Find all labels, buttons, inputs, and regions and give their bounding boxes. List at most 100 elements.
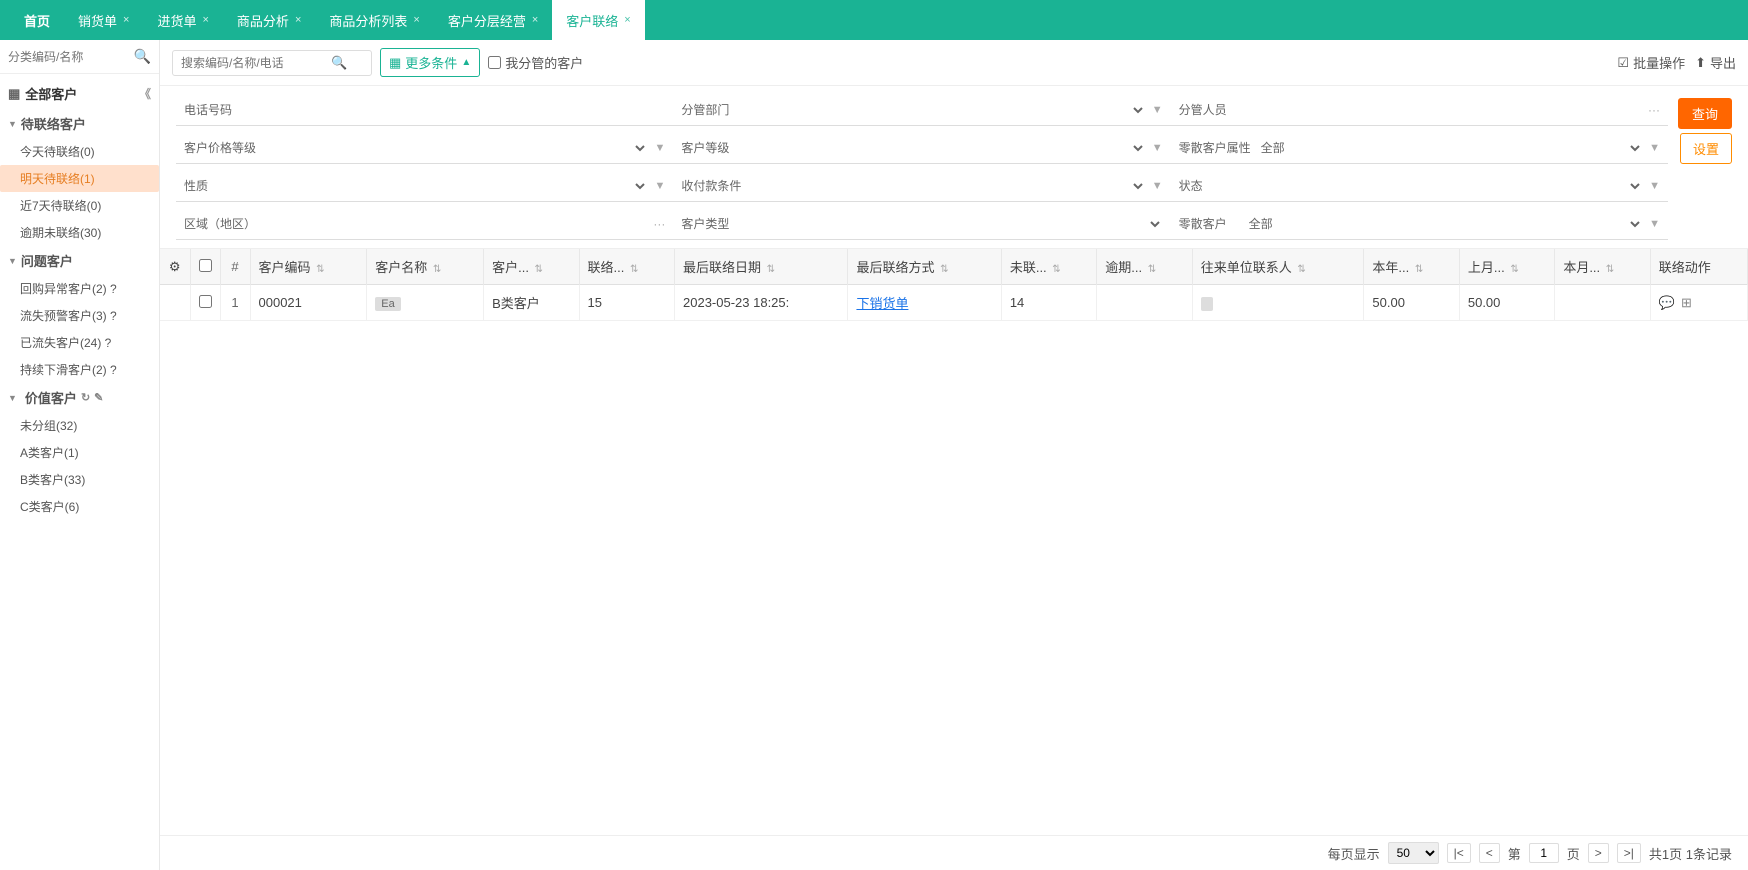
export-button[interactable]: ⬆ 导出 [1695,53,1736,72]
edit-icon[interactable]: ✎ [94,391,103,404]
sidebar-section-waiting[interactable]: 待联络客户 [0,109,159,138]
td-code: 000021 [250,285,367,321]
sidebar-all-customers[interactable]: ▦ 全部客户 《 [0,78,159,109]
page-size-select[interactable]: 50 100 200 [1388,842,1439,864]
sidebar-item-overdue[interactable]: 逾期未联络(30) [0,219,159,246]
sidebar-item-declining[interactable]: 持续下滑客户(2) ? [0,356,159,383]
search-icon[interactable]: 🔍 [331,55,347,71]
nav-tab-2[interactable]: 商品分析 × [223,0,315,40]
close-icon-3[interactable]: × [413,14,419,26]
row-checkbox[interactable] [199,295,212,308]
more-filter-button[interactable]: ▦ 更多条件 ▲ [380,48,480,77]
filter-region-input[interactable] [262,217,647,231]
close-icon-5[interactable]: × [624,14,630,26]
th-type[interactable]: 客户... ⇅ [484,249,579,285]
sidebar-section-problem[interactable]: 问题客户 [0,246,159,275]
page-num-input[interactable] [1529,843,1559,863]
th-name[interactable]: 客户名称 ⇅ [367,249,484,285]
nav-tab-5[interactable]: 客户联络 × [552,0,644,40]
collapse-icon[interactable]: 《 [139,85,151,102]
comment-action-icon[interactable]: 💬 [1659,295,1675,311]
filter-cust-type-select[interactable] [747,216,1162,232]
filter-payment-select[interactable] [747,178,1145,194]
sort-icon-contacts: ⇅ [630,264,638,275]
sidebar-search-input[interactable] [8,50,130,64]
filter-dept-label: 分管部门 [681,101,741,118]
th-this-year[interactable]: 本年... ⇅ [1364,249,1459,285]
th-code[interactable]: 客户编码 ⇅ [250,249,367,285]
select-all-checkbox[interactable] [199,259,212,272]
filter-region: 区域（地区） ··· [176,208,673,240]
td-overdue [1097,285,1192,321]
filter-cust-level: 客户等级 ▼ [673,132,1170,164]
filter-price-level-select[interactable] [262,140,648,156]
filter-nature-select[interactable] [250,178,648,194]
filter-manager-label: 分管人员 [1179,101,1239,118]
dots-icon[interactable]: ··· [1648,103,1660,117]
td-last-month: 50.00 [1459,285,1554,321]
filter-retail-cust-select[interactable]: 全部 [1245,216,1643,232]
th-not-contacted[interactable]: 未联... ⇅ [1001,249,1096,285]
search-input[interactable] [181,56,331,70]
sidebar-section-value[interactable]: 价值客户 ↻ ✎ [0,383,159,412]
th-last-date[interactable]: 最后联络日期 ⇅ [675,249,848,285]
filter-payment-label: 收付款条件 [681,177,741,194]
first-page-button[interactable]: |< [1447,843,1471,863]
page-size-label: 每页显示 [1328,844,1380,863]
table-footer: 每页显示 50 100 200 |< < 第 页 > >| 共1页 1条记录 [160,835,1748,870]
query-button[interactable]: 查询 [1678,98,1732,129]
filter-nature-label: 性质 [184,177,244,194]
th-this-month[interactable]: 本月... ⇅ [1555,249,1650,285]
sidebar-item-churned[interactable]: 已流失客户(24) ? [0,329,159,356]
close-icon-2[interactable]: × [295,14,301,26]
next-page-button[interactable]: > [1588,843,1609,863]
td-settings [160,285,190,321]
sidebar-item-class-a[interactable]: A类客户(1) [0,439,159,466]
filter-phone-input[interactable] [250,103,665,117]
sidebar-item-tomorrow[interactable]: 明天待联络(1) [0,165,159,192]
filter-retail-attr-select[interactable]: 全部 [1257,140,1643,156]
settings-button[interactable]: 设置 [1680,133,1732,164]
sidebar-item-ungroup[interactable]: 未分组(32) [0,412,159,439]
th-settings[interactable]: ⚙ [160,249,190,285]
th-contacts[interactable]: 联络... ⇅ [579,249,674,285]
sidebar-item-repurchase[interactable]: 回购异常客户(2) ? [0,275,159,302]
sidebar-body: ▦ 全部客户 《 待联络客户 今天待联络(0) 明天待联络(1) 近7天待联络(… [0,74,159,870]
close-icon-1[interactable]: × [202,14,208,26]
nav-tab-0[interactable]: 销货单 × [64,0,143,40]
nav-home[interactable]: 首页 [10,0,64,40]
td-this-year: 50.00 [1364,285,1459,321]
filter-cust-level-select[interactable] [747,140,1145,156]
sidebar-item-today[interactable]: 今天待联络(0) [0,138,159,165]
filter-retail-cust: 零散客户 全部 ▼ [1171,208,1668,240]
filter-dept-select[interactable] [747,102,1145,118]
filter-row-3: 性质 ▼ 收付款条件 ▼ [176,170,1668,202]
grid-action-icon[interactable]: ⊞ [1681,295,1692,311]
th-unit-contacts[interactable]: 往来单位联系人 ⇅ [1192,249,1364,285]
export-icon: ⬆ [1695,55,1706,71]
sidebar-item-churn-warning[interactable]: 流失预警客户(3) ? [0,302,159,329]
close-icon-4[interactable]: × [532,14,538,26]
sidebar-item-7days[interactable]: 近7天待联络(0) [0,192,159,219]
sidebar-item-class-b[interactable]: B类客户(33) [0,466,159,493]
td-last-method[interactable]: 下销货单 [848,285,1001,321]
batch-op-button[interactable]: ☑ 批量操作 [1617,53,1685,72]
filter-manager-input[interactable] [1245,103,1642,117]
nav-tab-1[interactable]: 进货单 × [143,0,222,40]
nav-tab-4[interactable]: 客户分层经营 × [434,0,552,40]
nav-tab-3[interactable]: 商品分析列表 × [315,0,433,40]
table-row: 1 000021 Ea B类客户 15 2023-05-23 18:25: 下销… [160,285,1748,321]
my-customers-checkbox[interactable] [488,56,501,69]
refresh-icon[interactable]: ↻ [81,391,90,404]
last-page-button[interactable]: >| [1617,843,1641,863]
close-icon-0[interactable]: × [123,14,129,26]
th-last-month[interactable]: 上月... ⇅ [1459,249,1554,285]
th-last-method[interactable]: 最后联络方式 ⇅ [848,249,1001,285]
my-customers-checkbox-label[interactable]: 我分管的客户 [488,53,583,72]
dots-icon-2[interactable]: ··· [653,217,665,231]
sidebar-search-icon[interactable]: 🔍 [134,48,151,65]
sidebar-item-class-c[interactable]: C类客户(6) [0,493,159,520]
filter-status-select[interactable] [1245,178,1643,194]
prev-page-button[interactable]: < [1479,843,1500,863]
th-overdue[interactable]: 逾期... ⇅ [1097,249,1192,285]
